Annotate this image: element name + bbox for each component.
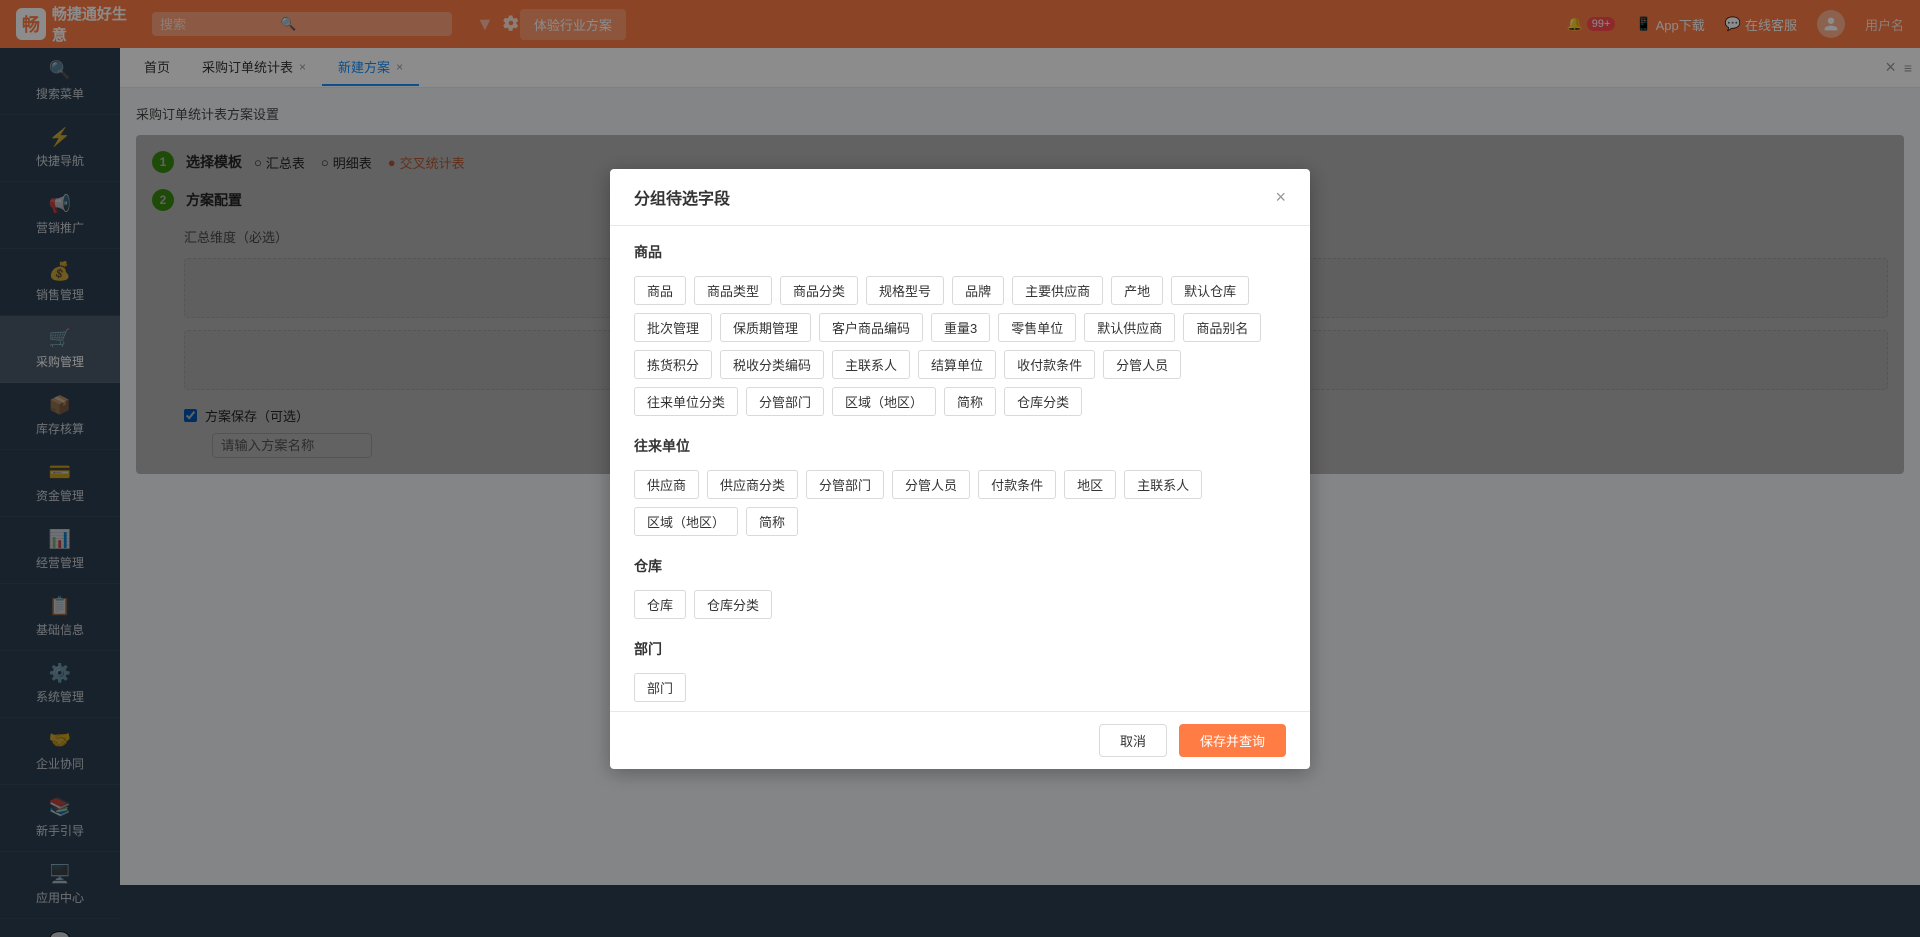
field-tag-0-20[interactable]: 分管人员	[1103, 350, 1181, 379]
field-tag-1-6[interactable]: 主联系人	[1124, 470, 1202, 499]
field-tag-0-18[interactable]: 结算单位	[918, 350, 996, 379]
field-tag-1-0[interactable]: 供应商	[634, 470, 699, 499]
field-tag-0-3[interactable]: 规格型号	[866, 276, 944, 305]
field-tag-0-12[interactable]: 零售单位	[998, 313, 1076, 342]
field-tag-1-7[interactable]: 区域（地区）	[634, 507, 738, 536]
field-tag-1-8[interactable]: 简称	[746, 507, 798, 536]
field-tags-0: 商品商品类型商品分类规格型号品牌主要供应商产地默认仓库批次管理保质期管理客户商品…	[634, 276, 1286, 416]
field-tag-0-5[interactable]: 主要供应商	[1012, 276, 1103, 305]
field-section-0: 商品商品商品类型商品分类规格型号品牌主要供应商产地默认仓库批次管理保质期管理客户…	[634, 242, 1286, 416]
field-section-3: 部门部门	[634, 639, 1286, 702]
field-tag-0-6[interactable]: 产地	[1111, 276, 1163, 305]
field-section-title-0: 商品	[634, 242, 1286, 266]
field-tag-0-4[interactable]: 品牌	[952, 276, 1004, 305]
field-tag-0-16[interactable]: 税收分类编码	[720, 350, 824, 379]
field-tag-1-3[interactable]: 分管人员	[892, 470, 970, 499]
modal-close-btn[interactable]: ×	[1275, 188, 1286, 206]
field-tag-1-1[interactable]: 供应商分类	[707, 470, 798, 499]
field-tag-0-10[interactable]: 客户商品编码	[819, 313, 923, 342]
field-tag-3-0[interactable]: 部门	[634, 673, 686, 702]
field-section-title-1: 往来单位	[634, 436, 1286, 460]
modal: 分组待选字段 × 商品商品商品类型商品分类规格型号品牌主要供应商产地默认仓库批次…	[610, 169, 1310, 769]
modal-body: 商品商品商品类型商品分类规格型号品牌主要供应商产地默认仓库批次管理保质期管理客户…	[610, 226, 1310, 711]
field-tag-1-2[interactable]: 分管部门	[806, 470, 884, 499]
field-section-title-3: 部门	[634, 639, 1286, 663]
field-tag-1-4[interactable]: 付款条件	[978, 470, 1056, 499]
field-tags-2: 仓库仓库分类	[634, 590, 1286, 619]
modal-title: 分组待选字段	[634, 185, 730, 209]
field-tag-0-23[interactable]: 区域（地区）	[832, 387, 936, 416]
field-tag-0-22[interactable]: 分管部门	[746, 387, 824, 416]
field-tag-0-13[interactable]: 默认供应商	[1084, 313, 1175, 342]
field-tag-0-7[interactable]: 默认仓库	[1171, 276, 1249, 305]
cancel-button[interactable]: 取消	[1099, 724, 1167, 757]
modal-overlay: 分组待选字段 × 商品商品商品类型商品分类规格型号品牌主要供应商产地默认仓库批次…	[0, 0, 1920, 937]
field-section-title-2: 仓库	[634, 556, 1286, 580]
field-tag-0-19[interactable]: 收付款条件	[1004, 350, 1095, 379]
field-section-2: 仓库仓库仓库分类	[634, 556, 1286, 619]
field-tag-0-25[interactable]: 仓库分类	[1004, 387, 1082, 416]
field-tag-0-1[interactable]: 商品类型	[694, 276, 772, 305]
field-tag-0-9[interactable]: 保质期管理	[720, 313, 811, 342]
field-tags-3: 部门	[634, 673, 1286, 702]
field-tag-2-0[interactable]: 仓库	[634, 590, 686, 619]
field-tag-0-14[interactable]: 商品别名	[1183, 313, 1261, 342]
field-tag-0-2[interactable]: 商品分类	[780, 276, 858, 305]
modal-header: 分组待选字段 ×	[610, 169, 1310, 226]
confirm-button[interactable]: 保存并查询	[1179, 724, 1286, 757]
field-tag-0-11[interactable]: 重量3	[931, 313, 990, 342]
field-tag-0-17[interactable]: 主联系人	[832, 350, 910, 379]
field-tag-2-1[interactable]: 仓库分类	[694, 590, 772, 619]
field-tag-0-8[interactable]: 批次管理	[634, 313, 712, 342]
field-tag-0-15[interactable]: 拣货积分	[634, 350, 712, 379]
field-tag-0-24[interactable]: 简称	[944, 387, 996, 416]
field-tags-1: 供应商供应商分类分管部门分管人员付款条件地区主联系人区域（地区） 简称	[634, 470, 1286, 536]
field-tag-1-5[interactable]: 地区	[1064, 470, 1116, 499]
field-tag-0-21[interactable]: 往来单位分类	[634, 387, 738, 416]
field-section-1: 往来单位供应商供应商分类分管部门分管人员付款条件地区主联系人区域（地区） 简称	[634, 436, 1286, 536]
modal-footer: 取消 保存并查询	[610, 711, 1310, 769]
field-tag-0-0[interactable]: 商品	[634, 276, 686, 305]
